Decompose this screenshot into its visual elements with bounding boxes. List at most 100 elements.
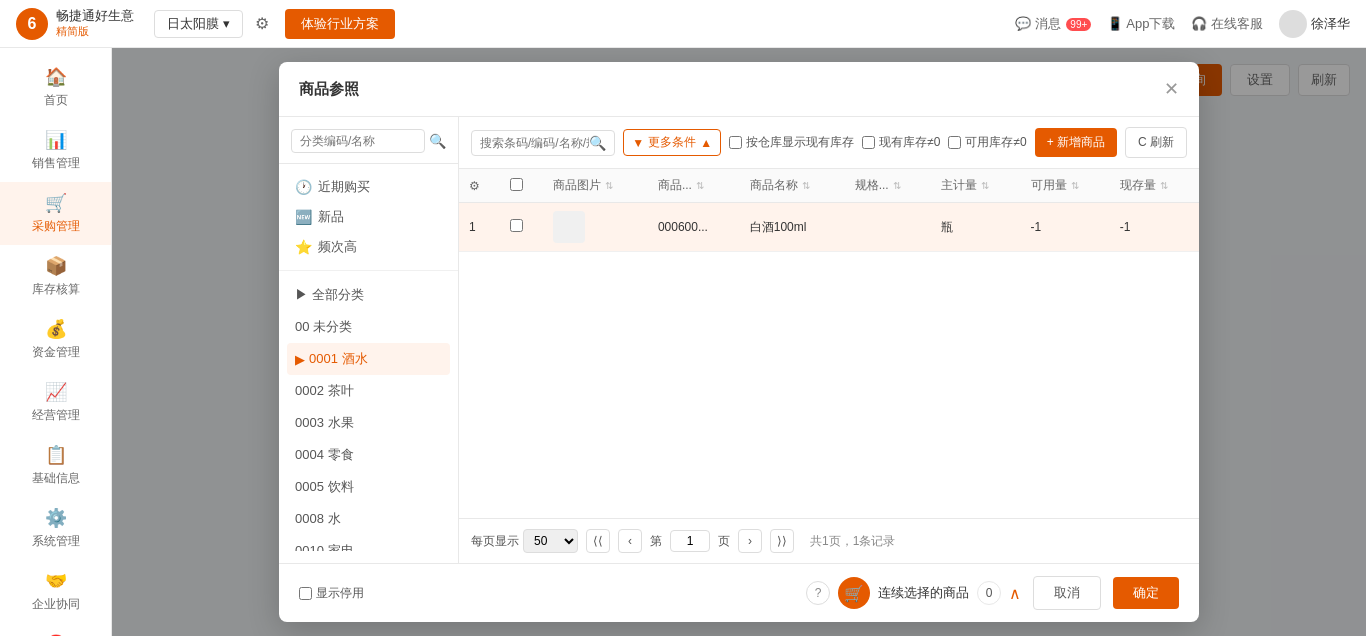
sidebar-item-operations[interactable]: 📈 经营管理 <box>0 371 111 434</box>
modal-title: 商品参照 <box>299 80 359 99</box>
quick-link-new[interactable]: 🆕 新品 <box>287 202 450 232</box>
sidebar-item-inventory[interactable]: 📦 库存核算 <box>0 245 111 308</box>
finance-icon: 💰 <box>45 318 67 340</box>
row-image-cell <box>543 203 648 252</box>
filter-warehouse-input[interactable] <box>729 136 742 149</box>
th-spec[interactable]: 规格...⇅ <box>845 169 932 203</box>
category-item-0003[interactable]: 0003 水果 <box>287 407 450 439</box>
page-number-input[interactable] <box>670 530 710 552</box>
sidebar-item-collab[interactable]: 🤝 企业协同 <box>0 560 111 623</box>
cart-icon[interactable]: 🛒 <box>838 577 870 609</box>
sidebar-item-finance[interactable]: 💰 资金管理 <box>0 308 111 371</box>
purchase-icon: 🛒 <box>45 192 67 214</box>
app-download-link[interactable]: 📱 App下载 <box>1107 15 1175 33</box>
cancel-button[interactable]: 取消 <box>1033 576 1101 610</box>
user-area[interactable]: 徐泽华 <box>1279 10 1350 38</box>
category-item-0010[interactable]: 0010 家电 <box>287 535 450 551</box>
modal-close-button[interactable]: ✕ <box>1164 78 1179 100</box>
sidebar-label-system: 系统管理 <box>32 533 80 550</box>
filter-avail-nz-input[interactable] <box>948 136 961 149</box>
category-item-00[interactable]: 00 未分类 <box>287 311 450 343</box>
show-disabled-checkbox[interactable]: 显示停用 <box>299 585 364 602</box>
first-page-button[interactable]: ⟨⟨ <box>586 529 610 553</box>
layout: 🏠 首页 📊 销售管理 🛒 采购管理 📦 库存核算 💰 资金管理 📈 经营管理 … <box>0 48 1366 636</box>
filter-stock-nz-checkbox[interactable]: 现有库存≠0 <box>862 134 940 151</box>
cat-0001-arrow: ▶ <box>295 352 305 367</box>
trial-button[interactable]: 体验行业方案 <box>285 9 395 39</box>
category-search-area: 🔍 <box>279 129 458 164</box>
confirm-button[interactable]: 确定 <box>1113 577 1179 609</box>
th-stock[interactable]: 现存量⇅ <box>1110 169 1199 203</box>
category-item-0008[interactable]: 0008 水 <box>287 503 450 535</box>
sort-icon-image: ⇅ <box>605 180 613 191</box>
store-name: 日太阳膜 <box>167 15 219 33</box>
table-toolbar: 🔍 ▼ 更多条件 ▲ 按仓库显示现有库存 <box>459 117 1199 169</box>
quick-link-frequent[interactable]: ⭐ 频次高 <box>287 232 450 262</box>
filter-icon: ▼ <box>632 136 644 150</box>
table-row[interactable]: 1 000600... 白酒100ml 瓶 <box>459 203 1199 252</box>
row-stock: -1 <box>1110 203 1199 252</box>
th-unit[interactable]: 主计量⇅ <box>931 169 1020 203</box>
gear-icon[interactable]: ⚙ <box>255 14 269 33</box>
category-item-0002[interactable]: 0002 茶叶 <box>287 375 450 407</box>
filter-warehouse-checkbox[interactable]: 按仓库显示现有库存 <box>729 134 854 151</box>
th-name[interactable]: 商品名称⇅ <box>740 169 845 203</box>
app-download-label: App下载 <box>1126 16 1175 31</box>
product-search-box: 🔍 <box>471 130 615 156</box>
quick-link-recent[interactable]: 🕐 近期购买 <box>287 172 450 202</box>
sidebar-item-purchase[interactable]: 🛒 采购管理 <box>0 182 111 245</box>
help-icon[interactable]: ? <box>806 581 830 605</box>
online-service-link[interactable]: 🎧 在线客服 <box>1191 15 1263 33</box>
th-code[interactable]: 商品...⇅ <box>648 169 740 203</box>
sidebar-item-system[interactable]: ⚙️ 系统管理 <box>0 497 111 560</box>
inventory-icon: 📦 <box>45 255 67 277</box>
add-product-button[interactable]: + 新增商品 <box>1035 128 1117 157</box>
category-item-0005[interactable]: 0005 饮料 <box>287 471 450 503</box>
category-search-input[interactable] <box>291 129 425 153</box>
sidebar-item-basic-info[interactable]: 📋 基础信息 <box>0 434 111 497</box>
top-nav: 6 畅捷通好生意 精简版 日太阳膜 ▾ ⚙ 体验行业方案 💬 消息 99+ 📱 … <box>0 0 1366 48</box>
filter-warehouse-label: 按仓库显示现有库存 <box>746 134 854 151</box>
product-search-input[interactable] <box>480 136 589 150</box>
row-checkbox[interactable] <box>510 219 523 232</box>
sidebar-item-sales[interactable]: 📊 销售管理 <box>0 119 111 182</box>
category-search-icon[interactable]: 🔍 <box>429 133 446 149</box>
th-settings[interactable]: ⚙ <box>459 169 500 203</box>
sidebar-item-guide[interactable]: 🎯 新手引导 <box>0 623 111 636</box>
collapse-cart-icon[interactable]: ∧ <box>1009 584 1021 603</box>
frequent-icon: ⭐ <box>295 239 312 255</box>
sort-icon-avail: ⇅ <box>1071 180 1079 191</box>
quick-links: 🕐 近期购买 🆕 新品 ⭐ 频次高 <box>279 172 458 271</box>
show-disabled-input[interactable] <box>299 587 312 600</box>
category-item-0001[interactable]: ▶ 0001 酒水 <box>287 343 450 375</box>
row-avail: -1 <box>1021 203 1110 252</box>
filter-stock-nz-input[interactable] <box>862 136 875 149</box>
category-item-0004[interactable]: 0004 零食 <box>287 439 450 471</box>
select-all-checkbox[interactable] <box>510 178 523 191</box>
category-item-all[interactable]: ▶ 全部分类 <box>287 279 450 311</box>
product-reference-modal: 商品参照 ✕ 🔍 🕐 近期购买 <box>279 62 1199 622</box>
store-selector[interactable]: 日太阳膜 ▾ <box>154 10 243 38</box>
message-link[interactable]: 💬 消息 99+ <box>1015 15 1091 33</box>
per-page-label: 每页显示 10 20 50 100 <box>471 529 578 553</box>
th-avail[interactable]: 可用量⇅ <box>1021 169 1110 203</box>
cat-0010-label: 0010 家电 <box>295 542 354 551</box>
per-page-select[interactable]: 10 20 50 100 <box>523 529 578 553</box>
row-checkbox-cell[interactable] <box>500 203 543 252</box>
filter-avail-nz-checkbox[interactable]: 可用库存≠0 <box>948 134 1026 151</box>
category-panel: 🔍 🕐 近期购买 🆕 新品 ⭐ <box>279 117 459 563</box>
th-image[interactable]: 商品图片⇅ <box>543 169 648 203</box>
online-service-label: 在线客服 <box>1211 16 1263 31</box>
more-filter-button[interactable]: ▼ 更多条件 ▲ <box>623 129 721 156</box>
th-checkbox[interactable] <box>500 169 543 203</box>
sidebar-label-basic-info: 基础信息 <box>32 470 80 487</box>
sort-icon-unit: ⇅ <box>981 180 989 191</box>
prev-page-button[interactable]: ‹ <box>618 529 642 553</box>
message-badge: 99+ <box>1066 18 1091 31</box>
product-search-icon[interactable]: 🔍 <box>589 135 606 151</box>
total-info: 共1页，1条记录 <box>810 533 895 550</box>
next-page-button[interactable]: › <box>738 529 762 553</box>
last-page-button[interactable]: ⟩⟩ <box>770 529 794 553</box>
sidebar-item-home[interactable]: 🏠 首页 <box>0 56 111 119</box>
table-refresh-button[interactable]: C 刷新 <box>1125 127 1187 158</box>
